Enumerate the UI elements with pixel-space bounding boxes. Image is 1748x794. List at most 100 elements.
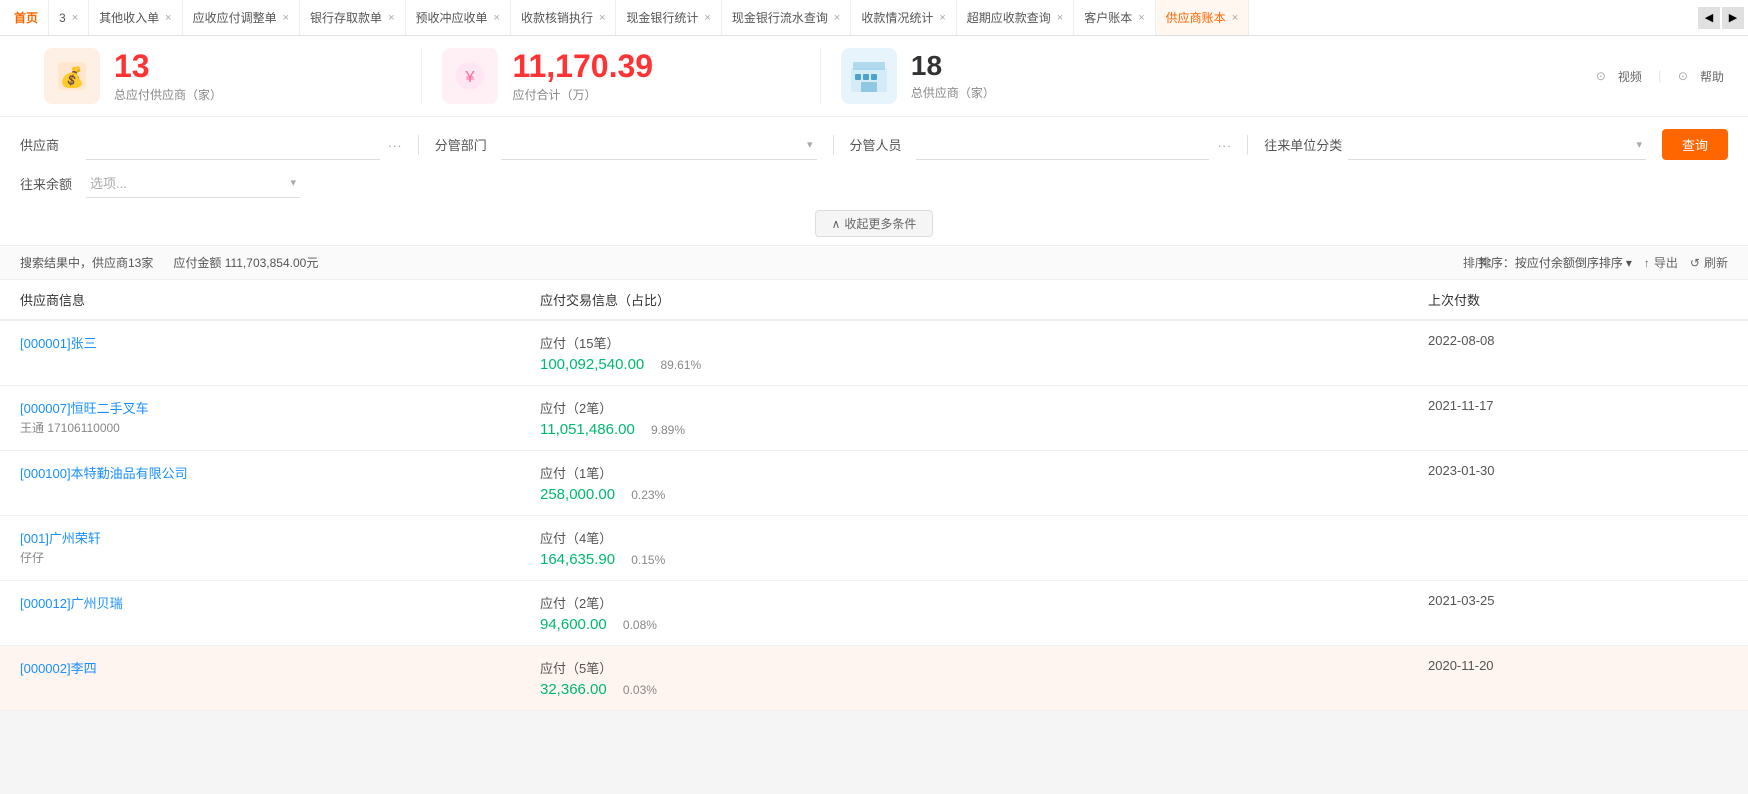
close-receipt-stat[interactable]: ×: [939, 12, 945, 24]
nav-tab-receipt-verify[interactable]: 收款核销执行 ×: [511, 0, 616, 36]
close-customer-ledger[interactable]: ×: [1138, 12, 1144, 24]
category-caret-icon: ▾: [1636, 138, 1642, 151]
nav-tab-customer-ledger[interactable]: 客户账本 ×: [1074, 0, 1155, 36]
supplier-link-1[interactable]: [000001]张三: [20, 333, 540, 352]
supplier-info-4: [001]广州荣轩 仔仔: [20, 528, 540, 566]
receipt-stat-label: 收款情况统计: [861, 9, 933, 26]
close-advance-offset[interactable]: ×: [494, 12, 500, 24]
svg-text:¥: ¥: [465, 69, 475, 86]
tx-label-6: 应付（5笔）: [540, 658, 1428, 677]
tx-pct-3: 0.23%: [631, 488, 665, 502]
supplier-link-4[interactable]: [001]广州荣轩: [20, 528, 540, 547]
video-icon: ⊙: [1596, 69, 1606, 83]
tx-amount-2[interactable]: 11,051,486.00: [540, 421, 639, 438]
tx-label-2: 应付（2笔）: [540, 398, 1428, 417]
close-ar-ap-adjust[interactable]: ×: [283, 12, 289, 24]
close-bank-deposit[interactable]: ×: [388, 12, 394, 24]
collapse-up-icon: ∧: [832, 217, 841, 231]
close-overdue-query[interactable]: ×: [1057, 12, 1063, 24]
total-payable-icon: ¥: [442, 48, 498, 104]
supplier-info-2: [000007]恒旺二手叉车 王通 17106110000: [20, 398, 540, 436]
close-other-income[interactable]: ×: [165, 12, 171, 24]
tx-label-5: 应付（2笔）: [540, 593, 1428, 612]
close-tab-3[interactable]: ×: [72, 12, 78, 24]
nav-tab-advance-offset[interactable]: 预收冲应收单 ×: [406, 0, 511, 36]
balance-filter-select[interactable]: 选项... ▾: [86, 168, 300, 198]
table-row: [000007]恒旺二手叉车 王通 17106110000 应付（2笔） 11,…: [0, 386, 1748, 451]
dept-filter-label: 分管部门: [435, 135, 495, 154]
last-pay-5: 2021-03-25: [1428, 593, 1728, 608]
receipt-verify-label: 收款核销执行: [521, 9, 593, 26]
tx-info-3: 应付（1笔） 258,000.00 0.23%: [540, 463, 1428, 503]
total-suppliers-icon: [841, 48, 897, 104]
refresh-button[interactable]: ↺ 刷新: [1690, 254, 1728, 271]
close-cash-bank-stat[interactable]: ×: [704, 12, 710, 24]
col-header-last-pay: 上次付数: [1428, 290, 1728, 309]
balance-caret-icon: ▾: [290, 176, 296, 189]
tx-amount-5[interactable]: 94,600.00: [540, 616, 611, 633]
summary-card-payable-suppliers: 💰 13 总应付供应商（家）: [24, 48, 422, 104]
nav-tab-overdue-query[interactable]: 超期应收款查询 ×: [957, 0, 1074, 36]
tx-pct-4: 0.15%: [631, 553, 665, 567]
sort-button[interactable]: 排序：按应付余额倒序排序 ▾: [1511, 254, 1632, 271]
tx-amount-1[interactable]: 100,092,540.00: [540, 356, 648, 373]
nav-tab-other-income[interactable]: 其他收入单 ×: [89, 0, 182, 36]
balance-placeholder: 选项...: [90, 173, 127, 192]
nav-tab-cash-flow-query[interactable]: 现金银行流水查询 ×: [722, 0, 851, 36]
cash-bank-stat-label: 现金银行统计: [626, 9, 698, 26]
nav-tab-supplier-ledger[interactable]: 供应商账本 ×: [1156, 0, 1249, 36]
col-header-transaction: 应付交易信息（占比）: [540, 290, 1428, 309]
close-supplier-ledger[interactable]: ×: [1232, 12, 1238, 24]
category-filter-select[interactable]: ▾: [1348, 130, 1646, 160]
result-bar: 搜索结果中，供应商13家 应付金额 111,703,854.00元 排序： 排序…: [0, 246, 1748, 280]
person-filter-input[interactable]: [916, 130, 1210, 160]
dept-filter-select[interactable]: ▾: [501, 130, 817, 160]
query-button[interactable]: 查询: [1662, 129, 1728, 160]
supplier-link-3[interactable]: [000100]本特勤油品有限公司: [20, 463, 540, 482]
supplier-filter-input[interactable]: [86, 130, 380, 160]
tab-3-label: 3: [59, 11, 66, 25]
tx-info-2: 应付（2笔） 11,051,486.00 9.89%: [540, 398, 1428, 438]
top-navigation: 首页 3 × 其他收入单 × 应收应付调整单 × 银行存取款单 × 预收冲应收单…: [0, 0, 1748, 36]
supplier-link-2[interactable]: [000007]恒旺二手叉车: [20, 398, 540, 417]
tx-pct-6: 0.03%: [623, 683, 657, 697]
collapse-button[interactable]: ∧ 收起更多条件: [815, 210, 934, 237]
data-table: 供应商信息 应付交易信息（占比） 上次付数 [000001]张三 应付（15笔）…: [0, 280, 1748, 711]
close-receipt-verify[interactable]: ×: [599, 12, 605, 24]
separator: ｜: [1654, 68, 1666, 85]
nav-arrows: ◀ ▶: [1698, 7, 1744, 29]
last-pay-6: 2020-11-20: [1428, 658, 1728, 673]
nav-tab-3[interactable]: 3 ×: [49, 0, 89, 36]
nav-arrow-left[interactable]: ◀: [1698, 7, 1720, 29]
nav-tab-ar-ap-adjust[interactable]: 应收应付调整单 ×: [183, 0, 300, 36]
tx-label-4: 应付（4笔）: [540, 528, 1428, 547]
supplier-info-3: [000100]本特勤油品有限公司: [20, 463, 540, 482]
tx-info-6: 应付（5笔） 32,366.00 0.03%: [540, 658, 1428, 698]
tx-pct-1: 89.61%: [660, 358, 701, 372]
supplier-link-6[interactable]: [000002]李四: [20, 658, 540, 677]
nav-tab-cash-bank-stat[interactable]: 现金银行统计 ×: [616, 0, 721, 36]
nav-tab-receipt-stat[interactable]: 收款情况统计 ×: [851, 0, 956, 36]
filter-area: 供应商 ··· 分管部门 ▾ 分管人员 ··· 往来单位分类 ▾: [0, 117, 1748, 246]
export-button[interactable]: ↑ 导出: [1644, 254, 1678, 271]
result-actions: 排序： 排序：按应付余额倒序排序 ▾ ↑ 导出 ↺ 刷新: [1463, 254, 1728, 271]
supplier-link-5[interactable]: [000012]广州贝瑞: [20, 593, 540, 612]
person-dots-icon[interactable]: ···: [1217, 137, 1231, 153]
video-link[interactable]: 视频: [1618, 68, 1642, 85]
table-header: 供应商信息 应付交易信息（占比） 上次付数: [0, 280, 1748, 321]
tx-label-1: 应付（15笔）: [540, 333, 1428, 352]
help-link[interactable]: 帮助: [1700, 68, 1724, 85]
tx-amount-6[interactable]: 32,366.00: [540, 681, 611, 698]
supplier-dots-icon[interactable]: ···: [388, 137, 402, 153]
balance-filter-label: 往来余额: [20, 174, 80, 193]
nav-tab-home[interactable]: 首页: [4, 0, 49, 36]
close-cash-flow-query[interactable]: ×: [834, 12, 840, 24]
supplier-filter-label: 供应商: [20, 135, 80, 154]
nav-arrow-right[interactable]: ▶: [1722, 7, 1744, 29]
nav-tab-bank-deposit[interactable]: 银行存取款单 ×: [300, 0, 405, 36]
total-payable-number: 11,170.39: [512, 50, 653, 82]
supplier-info-6: [000002]李四: [20, 658, 540, 677]
filter-item-person: 分管人员 ···: [850, 130, 1232, 160]
tx-amount-3[interactable]: 258,000.00: [540, 486, 619, 503]
tx-amount-4[interactable]: 164,635.90: [540, 551, 619, 568]
